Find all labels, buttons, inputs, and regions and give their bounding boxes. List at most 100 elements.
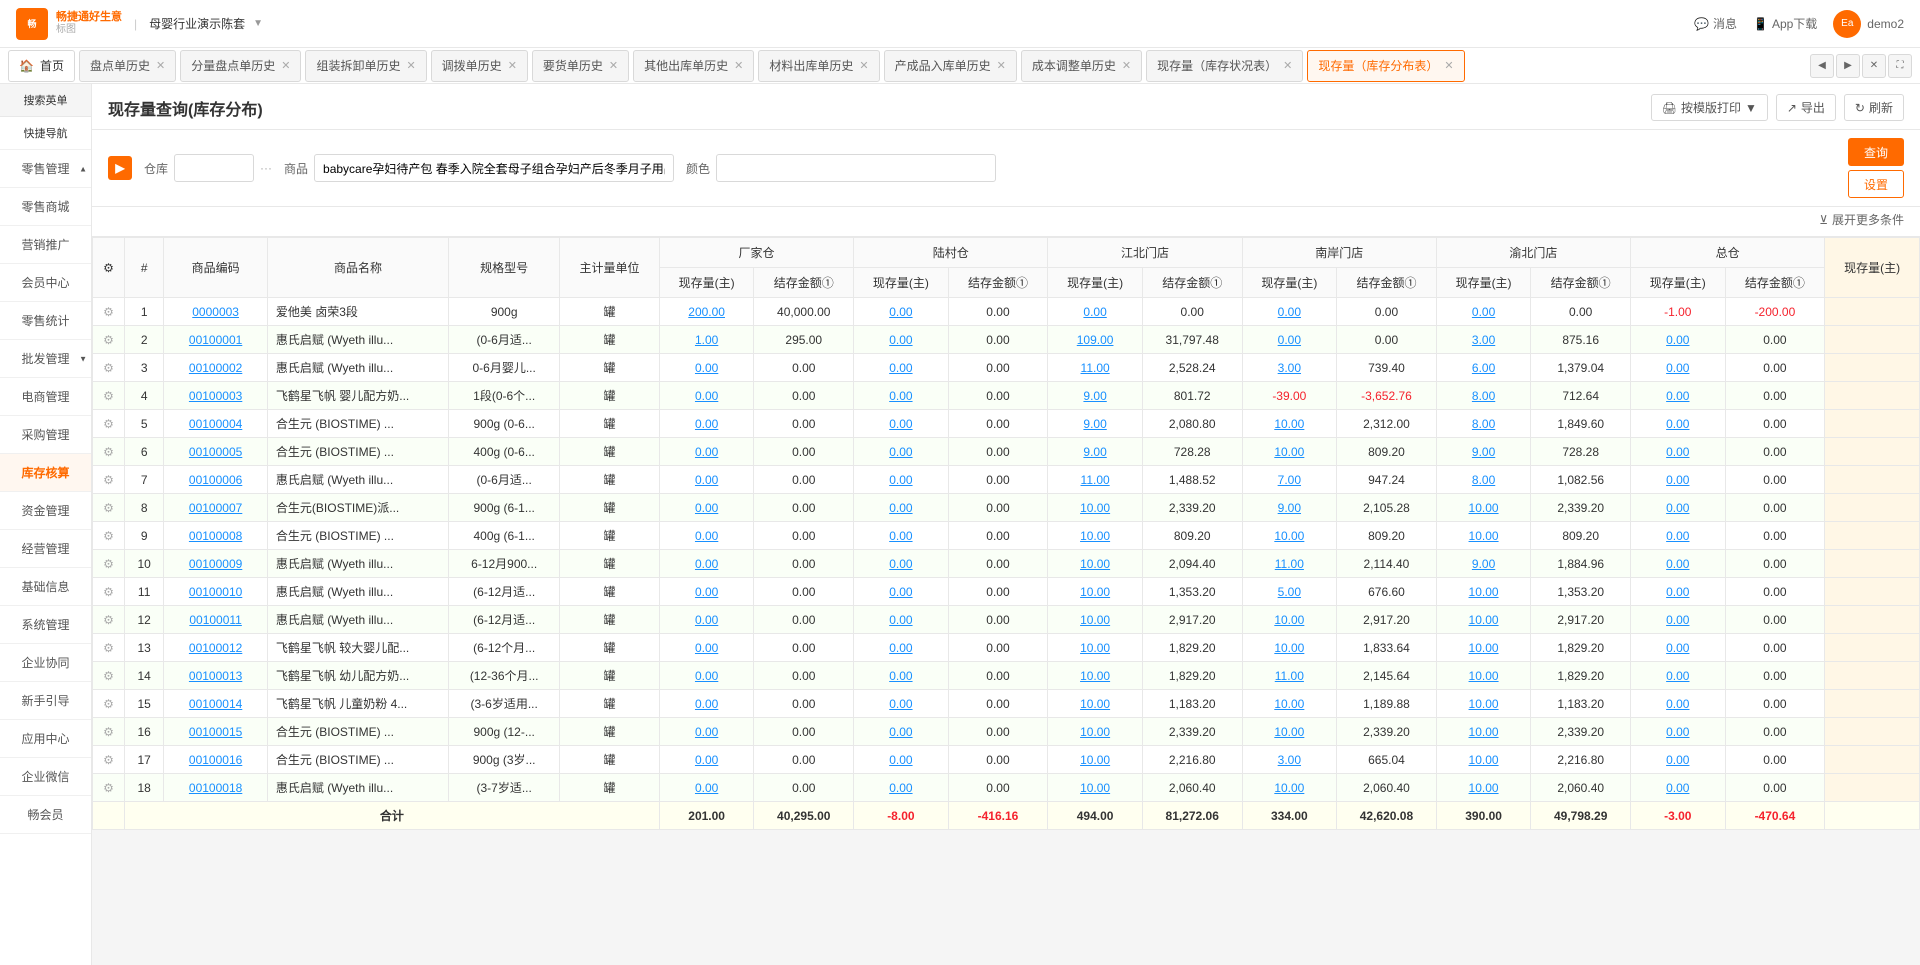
row-jiangbei-qty[interactable]: 10.00 — [1048, 494, 1143, 522]
sidebar-item-enterprise[interactable]: 企业协同 — [0, 644, 91, 682]
tab-inventory-dist[interactable]: 现存量（库存分布表） ✕ — [1307, 50, 1464, 82]
row-nanan-qty[interactable]: 10.00 — [1242, 690, 1337, 718]
sidebar-item-operation[interactable]: 经营管理 — [0, 530, 91, 568]
warehouse-input[interactable] — [174, 154, 254, 182]
row-zongc-qty[interactable]: 0.00 — [1631, 606, 1726, 634]
row-yubei-qty[interactable]: 10.00 — [1436, 746, 1531, 774]
row-gear[interactable]: ⚙ — [93, 606, 125, 634]
row-nanan-qty[interactable]: 10.00 — [1242, 438, 1337, 466]
row-changj-qty[interactable]: 0.00 — [659, 382, 754, 410]
row-jiangbei-qty[interactable]: 10.00 — [1048, 550, 1143, 578]
row-code[interactable]: 00100013 — [164, 662, 268, 690]
row-jiangbei-qty[interactable]: 109.00 — [1048, 326, 1143, 354]
row-yubei-qty[interactable]: 10.00 — [1436, 606, 1531, 634]
sidebar-item-retail-mall[interactable]: 零售商城 — [0, 188, 91, 226]
row-yubei-qty[interactable]: 0.00 — [1436, 298, 1531, 326]
row-jiangbei-qty[interactable]: 11.00 — [1048, 354, 1143, 382]
row-jiangbei-qty[interactable]: 10.00 — [1048, 690, 1143, 718]
row-changj-qty[interactable]: 0.00 — [659, 522, 754, 550]
tab-stock-history2[interactable]: 分量盘点单历史 ✕ — [180, 50, 301, 82]
row-gear[interactable]: ⚙ — [93, 354, 125, 382]
tab-home[interactable]: 🏠 首页 — [8, 50, 75, 82]
row-code[interactable]: 00100011 — [164, 606, 268, 634]
row-changj-qty[interactable]: 0.00 — [659, 354, 754, 382]
row-gear[interactable]: ⚙ — [93, 774, 125, 802]
row-gear[interactable]: ⚙ — [93, 718, 125, 746]
row-gear[interactable]: ⚙ — [93, 746, 125, 774]
row-lucun-qty[interactable]: 0.00 — [854, 326, 949, 354]
row-yubei-qty[interactable]: 6.00 — [1436, 354, 1531, 382]
row-jiangbei-qty[interactable]: 0.00 — [1048, 298, 1143, 326]
row-zongc-qty[interactable]: -1.00 — [1631, 298, 1726, 326]
row-yubei-qty[interactable]: 10.00 — [1436, 578, 1531, 606]
row-code[interactable]: 00100007 — [164, 494, 268, 522]
row-zongc-qty[interactable]: 0.00 — [1631, 522, 1726, 550]
row-code[interactable]: 00100006 — [164, 466, 268, 494]
expand-more-btn[interactable]: ⊻ 展开更多条件 — [1819, 211, 1904, 228]
row-lucun-qty[interactable]: 0.00 — [854, 746, 949, 774]
row-yubei-qty[interactable]: 10.00 — [1436, 662, 1531, 690]
row-lucun-qty[interactable]: 0.00 — [854, 690, 949, 718]
row-changj-qty[interactable]: 0.00 — [659, 578, 754, 606]
tab-assemble[interactable]: 组装拆卸单历史 ✕ — [305, 50, 426, 82]
row-zongc-qty[interactable]: 0.00 — [1631, 382, 1726, 410]
row-nanan-qty[interactable]: 10.00 — [1242, 606, 1337, 634]
row-gear[interactable]: ⚙ — [93, 326, 125, 354]
row-code[interactable]: 00100016 — [164, 746, 268, 774]
row-jiangbei-qty[interactable]: 10.00 — [1048, 774, 1143, 802]
sidebar-item-marketing[interactable]: 营销推广 — [0, 226, 91, 264]
row-changj-qty[interactable]: 0.00 — [659, 494, 754, 522]
row-code[interactable]: 00100018 — [164, 774, 268, 802]
tab-inventory-status[interactable]: 现存量（库存状况表） ✕ — [1146, 50, 1303, 82]
row-nanan-qty[interactable]: 5.00 — [1242, 578, 1337, 606]
row-lucun-qty[interactable]: 0.00 — [854, 662, 949, 690]
row-zongc-qty[interactable]: 0.00 — [1631, 746, 1726, 774]
row-yubei-qty[interactable]: 9.00 — [1436, 550, 1531, 578]
settings-btn[interactable]: 设置 — [1848, 170, 1904, 198]
row-jiangbei-qty[interactable]: 10.00 — [1048, 662, 1143, 690]
row-lucun-qty[interactable]: 0.00 — [854, 494, 949, 522]
row-zongc-qty[interactable]: 0.00 — [1631, 494, 1726, 522]
export-btn[interactable]: ↗ 导出 — [1776, 94, 1836, 121]
row-nanan-qty[interactable]: 0.00 — [1242, 298, 1337, 326]
row-gear[interactable]: ⚙ — [93, 382, 125, 410]
row-zongc-qty[interactable]: 0.00 — [1631, 690, 1726, 718]
sidebar-item-system[interactable]: 系统管理 — [0, 606, 91, 644]
tab-close-icon[interactable]: ✕ — [1283, 59, 1292, 72]
row-zongc-qty[interactable]: 0.00 — [1631, 578, 1726, 606]
tab-material-out[interactable]: 材料出库单历史 ✕ — [758, 50, 879, 82]
row-changj-qty[interactable]: 0.00 — [659, 550, 754, 578]
row-gear[interactable]: ⚙ — [93, 550, 125, 578]
row-zongc-qty[interactable]: 0.00 — [1631, 550, 1726, 578]
row-zongc-qty[interactable]: 0.00 — [1631, 438, 1726, 466]
row-code[interactable]: 00100014 — [164, 690, 268, 718]
row-jiangbei-qty[interactable]: 10.00 — [1048, 718, 1143, 746]
sidebar-item-retail-stats[interactable]: 零售统计 — [0, 302, 91, 340]
sidebar-item-ecommerce[interactable]: 电商管理 — [0, 378, 91, 416]
sidebar-item-search[interactable]: 搜索英单 — [0, 84, 91, 117]
row-nanan-qty[interactable]: 3.00 — [1242, 746, 1337, 774]
tab-close-icon[interactable]: ✕ — [281, 59, 290, 72]
row-changj-qty[interactable]: 0.00 — [659, 606, 754, 634]
row-jiangbei-qty[interactable]: 10.00 — [1048, 606, 1143, 634]
message-btn[interactable]: 💬 消息 — [1694, 15, 1737, 32]
row-yubei-qty[interactable]: 8.00 — [1436, 466, 1531, 494]
row-code[interactable]: 00100001 — [164, 326, 268, 354]
tab-close-icon[interactable]: ✕ — [508, 59, 517, 72]
tab-other-out[interactable]: 其他出库单历史 ✕ — [633, 50, 754, 82]
row-jiangbei-qty[interactable]: 9.00 — [1048, 410, 1143, 438]
app-download-btn[interactable]: 📱 App下载 — [1753, 15, 1817, 32]
sidebar-item-retail-mgmt[interactable]: 零售管理 — [0, 150, 91, 188]
sidebar-item-apps[interactable]: 应用中心 — [0, 720, 91, 758]
tab-close-icon[interactable]: ✕ — [859, 59, 868, 72]
row-lucun-qty[interactable]: 0.00 — [854, 298, 949, 326]
row-nanan-qty[interactable]: 10.00 — [1242, 718, 1337, 746]
row-zongc-qty[interactable]: 0.00 — [1631, 718, 1726, 746]
row-code[interactable]: 00100010 — [164, 578, 268, 606]
row-yubei-qty[interactable]: 10.00 — [1436, 774, 1531, 802]
row-nanan-qty[interactable]: 10.00 — [1242, 774, 1337, 802]
row-gear[interactable]: ⚙ — [93, 410, 125, 438]
row-nanan-qty[interactable]: 10.00 — [1242, 522, 1337, 550]
nav-next-btn[interactable]: ▶ — [1836, 54, 1860, 78]
row-code[interactable]: 00100005 — [164, 438, 268, 466]
